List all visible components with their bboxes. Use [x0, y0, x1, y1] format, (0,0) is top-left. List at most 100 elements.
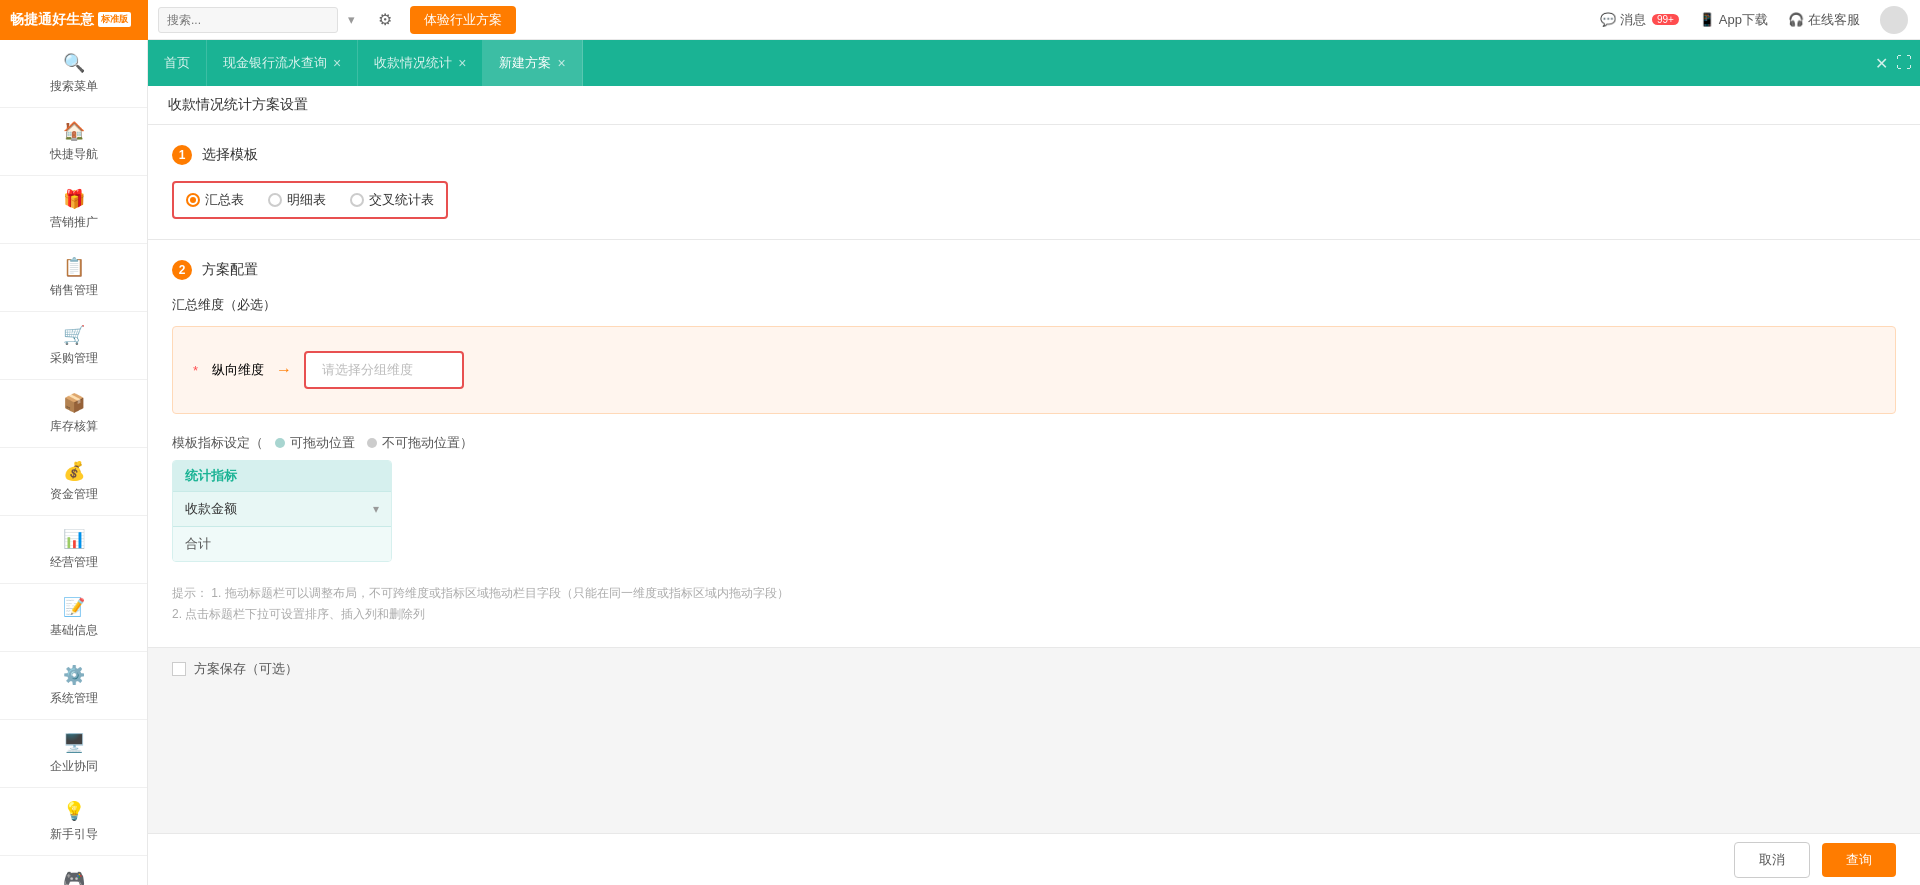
sidebar-label-sales: 销售管理: [50, 282, 98, 299]
search-dropdown-icon[interactable]: ▾: [338, 7, 364, 33]
save-option-label: 方案保存（可选）: [194, 660, 298, 678]
tip-2: 2. 点击标题栏下拉可设置排序、插入列和删除列: [172, 606, 1896, 623]
search-input[interactable]: [158, 7, 338, 33]
movable-dot: [275, 438, 285, 448]
tab-newplan[interactable]: 新建方案 ×: [483, 40, 582, 86]
download-item[interactable]: 📱 App下载: [1699, 11, 1768, 29]
tip-1: 提示： 1. 拖动标题栏可以调整布局，不可跨维度或指标区域拖动栏目字段（只能在同…: [172, 585, 1896, 602]
sidebar-label-guide: 新手引导: [50, 826, 98, 843]
radio-detail-label: 明细表: [287, 191, 326, 209]
dimension-label: 纵向维度: [212, 361, 264, 379]
metrics-section: 模板指标设定（ 可拖动位置 不可拖动位置） 统计指标: [172, 434, 1896, 565]
radio-detail-circle: [268, 193, 282, 207]
dimension-select-placeholder: 请选择分组维度: [322, 362, 413, 377]
sidebar-item-finance[interactable]: 💰 资金管理: [0, 448, 147, 516]
sidebar-item-collab[interactable]: 🖥️ 企业协同: [0, 720, 147, 788]
sidebar-item-search[interactable]: 🔍 搜索菜单: [0, 40, 147, 108]
metrics-cell-amount[interactable]: 收款金额 ▾: [173, 491, 391, 526]
sidebar-item-guide[interactable]: 💡 新手引导: [0, 788, 147, 856]
fixed-label: 不可拖动位置）: [382, 434, 473, 452]
sidebar-item-basic[interactable]: 📝 基础信息: [0, 584, 147, 652]
gear-icon[interactable]: ⚙: [372, 7, 398, 33]
service-item[interactable]: 🎧 在线客服: [1788, 11, 1860, 29]
tip-2-text: 2. 点击标题栏下拉可设置排序、插入列和删除列: [172, 607, 425, 621]
logo-text: 畅捷通好生意: [10, 11, 94, 29]
finance-icon: 💰: [63, 460, 85, 482]
page-content: 收款情况统计方案设置 1 选择模板 汇总表 明细表: [148, 86, 1920, 833]
logo: 畅捷通好生意 标准版: [0, 0, 148, 40]
save-checkbox[interactable]: [172, 662, 186, 676]
step1-section: 1 选择模板 汇总表 明细表 交叉统计表: [148, 125, 1920, 240]
tab-receivable-close[interactable]: ×: [458, 56, 466, 70]
hardware-icon: 🎮: [63, 868, 85, 885]
sidebar-label-management: 经营管理: [50, 554, 98, 571]
sidebar-label-search: 搜索菜单: [50, 78, 98, 95]
metrics-cell-amount-label: 收款金额: [185, 500, 237, 518]
tab-home[interactable]: 首页: [148, 40, 207, 86]
metrics-cell-dropdown-icon[interactable]: ▾: [373, 502, 379, 516]
query-button[interactable]: 查询: [1822, 843, 1896, 877]
sub-section-title: 汇总维度（必选）: [172, 296, 1896, 314]
sidebar-item-sales[interactable]: 📋 销售管理: [0, 244, 147, 312]
system-icon: ⚙️: [63, 664, 85, 686]
user-avatar[interactable]: [1880, 6, 1908, 34]
radio-detail[interactable]: 明细表: [268, 191, 326, 209]
sidebar-label-home: 快捷导航: [50, 146, 98, 163]
step2-label: 方案配置: [202, 261, 258, 279]
sidebar-item-inventory[interactable]: 📦 库存核算: [0, 380, 147, 448]
radio-cross[interactable]: 交叉统计表: [350, 191, 434, 209]
tab-home-label: 首页: [164, 54, 190, 72]
sidebar-label-purchase: 采购管理: [50, 350, 98, 367]
tab-receivable[interactable]: 收款情况统计 ×: [358, 40, 483, 86]
basic-icon: 📝: [63, 596, 85, 618]
sidebar-item-purchase[interactable]: 🛒 采购管理: [0, 312, 147, 380]
sidebar-label-basic: 基础信息: [50, 622, 98, 639]
sidebar-item-hardware[interactable]: 🎮 智能硬件: [0, 856, 147, 885]
sidebar-label-system: 系统管理: [50, 690, 98, 707]
metrics-table: 统计指标 收款金额 ▾ 合计: [172, 460, 392, 562]
radio-cross-label: 交叉统计表: [369, 191, 434, 209]
collab-icon: 🖥️: [63, 732, 85, 754]
required-mark: *: [193, 363, 198, 378]
dimension-row: * 纵向维度 → 请选择分组维度: [193, 351, 1875, 389]
metrics-label-row: 模板指标设定（ 可拖动位置 不可拖动位置）: [172, 434, 1896, 452]
message-item[interactable]: 💬 消息 99+: [1600, 11, 1679, 29]
tab-newplan-label: 新建方案: [499, 54, 551, 72]
sidebar-item-home[interactable]: 🏠 快捷导航: [0, 108, 147, 176]
dimension-arrow: →: [276, 361, 292, 379]
step2-title: 2 方案配置: [172, 260, 1896, 280]
message-badge: 99+: [1652, 14, 1679, 25]
template-radio-group: 汇总表 明细表 交叉统计表: [172, 181, 448, 219]
sidebar-label-inventory: 库存核算: [50, 418, 98, 435]
sidebar: 🔍 搜索菜单 🏠 快捷导航 🎁 营销推广 📋 销售管理 🛒 采购管理 📦 库存核…: [0, 40, 148, 885]
sidebar-label-finance: 资金管理: [50, 486, 98, 503]
fixed-dot: [367, 438, 377, 448]
tab-bar-right: ✕ ⛶: [1875, 54, 1920, 73]
sub-section-text: 汇总维度（必选）: [172, 297, 276, 312]
radio-summary[interactable]: 汇总表: [186, 191, 244, 209]
sidebar-label-marketing: 营销推广: [50, 214, 98, 231]
sidebar-item-system[interactable]: ⚙️ 系统管理: [0, 652, 147, 720]
sales-icon: 📋: [63, 256, 85, 278]
dimension-select[interactable]: 请选择分组维度: [304, 351, 464, 389]
radio-summary-label: 汇总表: [205, 191, 244, 209]
inventory-icon: 📦: [63, 392, 85, 414]
service-label: 在线客服: [1808, 11, 1860, 29]
download-label: App下载: [1719, 11, 1768, 29]
metrics-label: 模板指标设定（: [172, 434, 263, 452]
tip-1-text: 提示： 1. 拖动标题栏可以调整布局，不可跨维度或指标区域拖动栏目字段（只能在同…: [172, 586, 789, 600]
trial-button[interactable]: 体验行业方案: [410, 6, 516, 34]
page-header-title: 收款情况统计方案设置: [168, 96, 308, 112]
radio-summary-circle: [186, 193, 200, 207]
tab-cashflow[interactable]: 现金银行流水查询 ×: [207, 40, 358, 86]
cancel-button[interactable]: 取消: [1734, 842, 1810, 878]
sidebar-item-marketing[interactable]: 🎁 营销推广: [0, 176, 147, 244]
sidebar-item-management[interactable]: 📊 经营管理: [0, 516, 147, 584]
tab-newplan-close[interactable]: ×: [557, 56, 565, 70]
movable-label: 可拖动位置: [290, 434, 355, 452]
save-option: 方案保存（可选）: [148, 647, 1920, 690]
maximize-window-btn[interactable]: ⛶: [1896, 54, 1912, 72]
close-window-btn[interactable]: ✕: [1875, 54, 1888, 73]
tab-cashflow-close[interactable]: ×: [333, 56, 341, 70]
sidebar-label-collab: 企业协同: [50, 758, 98, 775]
